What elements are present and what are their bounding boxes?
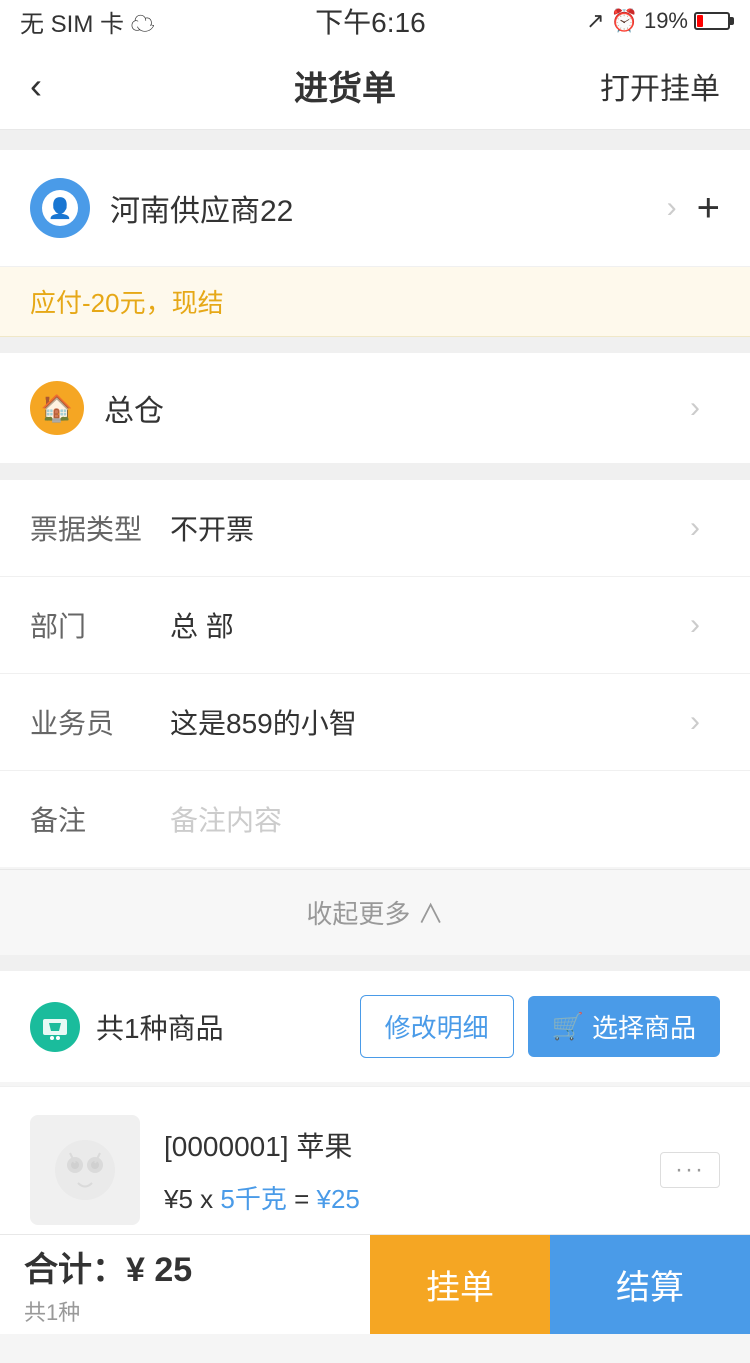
- back-button[interactable]: ‹: [30, 65, 90, 107]
- open-pending-button[interactable]: 打开挂单: [600, 64, 720, 108]
- department-value: 总 部: [150, 605, 690, 645]
- chevron-right-icon-3: ›: [690, 511, 700, 545]
- suspend-button[interactable]: 挂单: [370, 1235, 550, 1334]
- total-text: ¥25: [316, 1184, 359, 1214]
- product-name: [0000001] 苹果: [164, 1125, 660, 1165]
- select-product-button[interactable]: 🛒 选择商品: [528, 996, 720, 1057]
- add-button[interactable]: +: [697, 188, 720, 228]
- cart-icon: 🛒: [552, 1011, 584, 1042]
- battery-icon: [694, 12, 730, 30]
- warehouse-section: 🏠 总仓 ›: [0, 353, 750, 463]
- warehouse-icon: 🏠: [30, 381, 84, 435]
- product-price: ¥5 x 5千克 = ¥25: [164, 1179, 660, 1216]
- invoice-label: 票据类型: [30, 508, 150, 548]
- status-bar: 无 SIM 卡 ☁ 下午6:16 ↗ ⏰ 19%: [0, 0, 750, 42]
- product-more-button[interactable]: ···: [660, 1152, 720, 1188]
- form-row-remark[interactable]: 备注 备注内容: [0, 770, 750, 867]
- total-count: 共1种: [24, 1295, 346, 1327]
- supplier-row[interactable]: 👤 河南供应商22 › +: [0, 150, 750, 267]
- status-left: 无 SIM 卡 ☁: [20, 4, 155, 39]
- page-title: 进货单: [294, 61, 396, 110]
- warehouse-row[interactable]: 🏠 总仓 ›: [0, 353, 750, 463]
- product-section-header: 共1种商品 修改明细 🛒 选择商品: [0, 955, 750, 1082]
- divider-2: [0, 463, 750, 479]
- supplier-name: 河南供应商22: [110, 186, 667, 230]
- product-cart-icon: [30, 1002, 80, 1052]
- salesperson-label: 业务员: [30, 702, 150, 742]
- select-product-label: 选择商品: [592, 1008, 696, 1045]
- collapse-bar[interactable]: 收起更多 ∧: [0, 869, 750, 955]
- chevron-right-icon-2: ›: [690, 391, 700, 425]
- divider-1: [0, 337, 750, 353]
- bottom-bar: 合计：¥ 25 共1种 挂单 结算: [0, 1234, 750, 1334]
- edit-detail-button[interactable]: 修改明细: [360, 995, 514, 1058]
- total-amount: 合计：¥ 25: [24, 1242, 346, 1291]
- status-time: 下午6:16: [315, 1, 426, 41]
- invoice-value: 不开票: [150, 508, 690, 548]
- checkout-button[interactable]: 结算: [550, 1235, 750, 1334]
- sim-status: 无 SIM 卡 ☁: [20, 4, 155, 39]
- location-icon: ↗: [586, 8, 604, 34]
- warehouse-name: 总仓: [104, 386, 690, 430]
- form-section: 票据类型 不开票 › 部门 总 部 › 业务员 这是859的小智 › 备注 备注…: [0, 479, 750, 867]
- salesperson-value: 这是859的小智: [150, 702, 690, 742]
- product-count-text: 共1种商品: [96, 1007, 360, 1047]
- equal-sign: =: [287, 1184, 317, 1214]
- supplier-section: 👤 河南供应商22 › + 应付-20元，现结: [0, 150, 750, 337]
- total-value: ¥ 25: [126, 1251, 192, 1289]
- battery-percent: 19%: [644, 8, 688, 34]
- form-row-salesperson[interactable]: 业务员 这是859的小智 ›: [0, 673, 750, 770]
- form-row-department[interactable]: 部门 总 部 ›: [0, 576, 750, 673]
- supplier-avatar: 👤: [30, 178, 90, 238]
- chevron-right-icon-4: ›: [690, 608, 700, 642]
- status-right: ↗ ⏰ 19%: [586, 8, 730, 34]
- chevron-right-icon: ›: [667, 191, 677, 225]
- total-label: 合计：: [24, 1251, 126, 1289]
- quantity-text: 5千克: [220, 1184, 286, 1214]
- nav-bar: ‹ 进货单 打开挂单: [0, 42, 750, 130]
- total-section: 合计：¥ 25 共1种: [0, 1235, 370, 1334]
- product-item: [0000001] 苹果 ¥5 x 5千克 = ¥25 ···: [0, 1086, 750, 1253]
- product-image: [50, 1135, 120, 1205]
- price-text: ¥5 x: [164, 1184, 220, 1214]
- product-info: [0000001] 苹果 ¥5 x 5千克 = ¥25: [164, 1125, 660, 1216]
- product-thumbnail: [30, 1115, 140, 1225]
- supplier-notice: 应付-20元，现结: [0, 267, 750, 337]
- alarm-icon: ⏰: [611, 8, 638, 34]
- form-row-invoice[interactable]: 票据类型 不开票 ›: [0, 479, 750, 576]
- avatar-icon: 👤: [42, 190, 78, 226]
- department-label: 部门: [30, 605, 150, 645]
- remark-placeholder[interactable]: 备注内容: [150, 799, 720, 839]
- remark-label: 备注: [30, 799, 150, 839]
- chevron-right-icon-5: ›: [690, 705, 700, 739]
- top-divider: [0, 130, 750, 150]
